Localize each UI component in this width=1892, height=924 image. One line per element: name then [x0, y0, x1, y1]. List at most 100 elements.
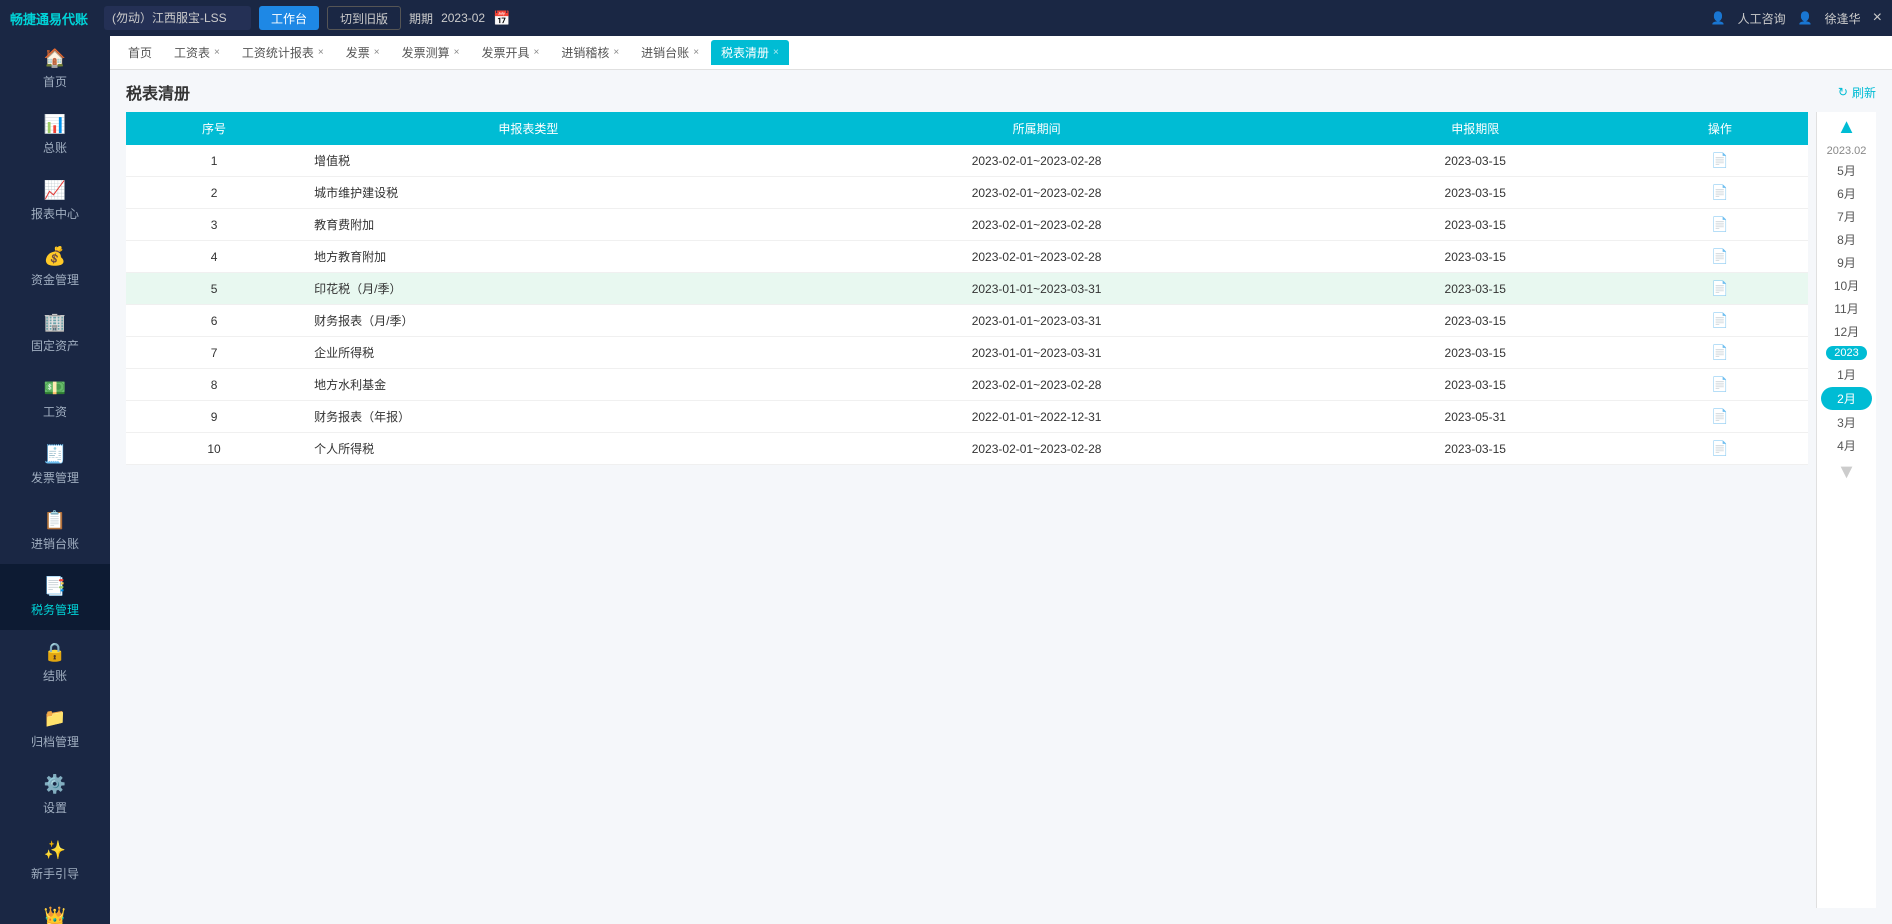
- tab-invoice-open[interactable]: 发票开具 ×: [471, 40, 549, 65]
- action-doc-icon[interactable]: 📄: [1711, 184, 1728, 200]
- timeline-down-button[interactable]: ▼: [1837, 461, 1857, 484]
- action-doc-icon[interactable]: 📄: [1711, 344, 1728, 360]
- page-header: 税表清册 ↻ 刷新: [110, 70, 1892, 112]
- refresh-icon: ↻: [1838, 85, 1848, 99]
- tab-purchase-ledger[interactable]: 进销台账 ×: [631, 40, 709, 65]
- cell-action[interactable]: 📄: [1632, 401, 1808, 433]
- report-icon: 📈: [44, 180, 66, 201]
- sidebar-label-settings: 设置: [43, 799, 67, 816]
- action-doc-icon[interactable]: 📄: [1711, 408, 1728, 424]
- cell-action[interactable]: 📄: [1632, 305, 1808, 337]
- timeline-month-11[interactable]: 11月: [1817, 297, 1876, 320]
- tab-purchase-check-close[interactable]: ×: [613, 47, 619, 58]
- tab-invoice-query-label: 发票测算: [402, 44, 450, 61]
- action-doc-icon[interactable]: 📄: [1711, 152, 1728, 168]
- tab-wage-stat-close[interactable]: ×: [318, 47, 324, 58]
- timeline-month-1[interactable]: 1月: [1817, 363, 1876, 386]
- cell-period: 2023-02-01~2023-02-28: [755, 209, 1319, 241]
- cell-action[interactable]: 📄: [1632, 241, 1808, 273]
- cell-period: 2023-02-01~2023-02-28: [755, 433, 1319, 465]
- customer-service-label[interactable]: 人工咨询: [1738, 10, 1786, 27]
- table-row: 5印花税（月/季）2023-01-01~2023-03-312023-03-15…: [126, 273, 1808, 305]
- sidebar-item-wage[interactable]: 💵 工资: [0, 366, 110, 432]
- tab-purchase-check[interactable]: 进销稽核 ×: [551, 40, 629, 65]
- window-close-button[interactable]: ×: [1873, 9, 1882, 27]
- timeline-month-2[interactable]: 2月: [1821, 387, 1872, 410]
- tab-invoice-open-close[interactable]: ×: [533, 47, 539, 58]
- tab-invoice-query-close[interactable]: ×: [454, 47, 460, 58]
- timeline-month-4[interactable]: 4月: [1817, 434, 1876, 457]
- action-doc-icon[interactable]: 📄: [1711, 376, 1728, 392]
- tab-home[interactable]: 首页: [118, 40, 162, 65]
- cell-action[interactable]: 📄: [1632, 433, 1808, 465]
- action-doc-icon[interactable]: 📄: [1711, 216, 1728, 232]
- table-row: 7企业所得税2023-01-01~2023-03-312023-03-15📄: [126, 337, 1808, 369]
- tab-tax-list-close[interactable]: ×: [773, 47, 779, 58]
- cell-deadline: 2023-03-15: [1319, 273, 1632, 305]
- timeline-month-9[interactable]: 9月: [1817, 251, 1876, 274]
- action-doc-icon[interactable]: 📄: [1711, 248, 1728, 264]
- tab-wage-stat[interactable]: 工资统计报表 ×: [232, 40, 334, 65]
- cell-seq: 3: [126, 209, 302, 241]
- sidebar-item-purchase[interactable]: 📋 进销台账: [0, 498, 110, 564]
- timeline-month-5[interactable]: 5月: [1817, 159, 1876, 182]
- cell-action[interactable]: 📄: [1632, 145, 1808, 177]
- col-action: 操作: [1632, 112, 1808, 145]
- cell-action[interactable]: 📄: [1632, 369, 1808, 401]
- refresh-button[interactable]: ↻ 刷新: [1838, 84, 1876, 101]
- table-row: 10个人所得税2023-02-01~2023-02-282023-03-15📄: [126, 433, 1808, 465]
- timeline-year-2023-badge[interactable]: 2023: [1826, 346, 1866, 360]
- tab-tax-list[interactable]: 税表清册 ×: [711, 40, 789, 65]
- tab-purchase-ledger-close[interactable]: ×: [693, 47, 699, 58]
- sidebar-item-archive[interactable]: 📁 归档管理: [0, 696, 110, 762]
- sidebar-item-closing[interactable]: 🔒 结账: [0, 630, 110, 696]
- company-selector[interactable]: (勿动）江西服宝-LSS: [104, 6, 251, 30]
- timeline-up-button[interactable]: ▲: [1837, 116, 1857, 139]
- timeline-sidebar: ▲ 2023.02 5月 6月 7月 8月 9月 10月 11月 12月 202…: [1816, 112, 1876, 908]
- action-doc-icon[interactable]: 📄: [1711, 440, 1728, 456]
- switch-old-button[interactable]: 切到旧版: [327, 6, 401, 30]
- action-doc-icon[interactable]: 📄: [1711, 280, 1728, 296]
- workbench-button[interactable]: 工作台: [259, 6, 319, 30]
- sidebar-item-report[interactable]: 📈 报表中心: [0, 168, 110, 234]
- col-deadline: 申报期限: [1319, 112, 1632, 145]
- cell-type: 财务报表（年报）: [302, 401, 754, 433]
- action-doc-icon[interactable]: 📄: [1711, 312, 1728, 328]
- cell-action[interactable]: 📄: [1632, 273, 1808, 305]
- sidebar-item-member[interactable]: 👑 畅会员: [0, 894, 110, 924]
- calendar-icon: 📅: [493, 10, 510, 27]
- closing-icon: 🔒: [44, 642, 66, 663]
- tab-wage[interactable]: 工资表 ×: [164, 40, 230, 65]
- sidebar-item-home[interactable]: 🏠 首页: [0, 36, 110, 102]
- sidebar-item-asset[interactable]: 🏢 固定资产: [0, 300, 110, 366]
- timeline-month-10[interactable]: 10月: [1817, 274, 1876, 297]
- tab-invoice[interactable]: 发票 ×: [336, 40, 390, 65]
- cell-action[interactable]: 📄: [1632, 337, 1808, 369]
- cell-action[interactable]: 📄: [1632, 209, 1808, 241]
- timeline-month-6[interactable]: 6月: [1817, 182, 1876, 205]
- cell-action[interactable]: 📄: [1632, 177, 1808, 209]
- sidebar-item-invoice[interactable]: 🧾 发票管理: [0, 432, 110, 498]
- timeline-month-12[interactable]: 12月: [1817, 320, 1876, 343]
- sidebar-item-settings[interactable]: ⚙️ 设置: [0, 762, 110, 828]
- cell-type: 印花税（月/季）: [302, 273, 754, 305]
- tab-invoice-close[interactable]: ×: [374, 47, 380, 58]
- col-period: 所属期间: [755, 112, 1319, 145]
- timeline-month-8[interactable]: 8月: [1817, 228, 1876, 251]
- tax-icon: 📑: [44, 576, 66, 597]
- cell-deadline: 2023-03-15: [1319, 337, 1632, 369]
- sidebar-item-tax[interactable]: 📑 税务管理: [0, 564, 110, 630]
- sidebar-item-ledger[interactable]: 📊 总账: [0, 102, 110, 168]
- sidebar-item-fund[interactable]: 💰 资金管理: [0, 234, 110, 300]
- tax-table: 序号 申报表类型 所属期间 申报期限 操作 1增值税2023-02-01~202…: [126, 112, 1808, 465]
- sidebar-item-guide[interactable]: ✨ 新手引导: [0, 828, 110, 894]
- cell-seq: 4: [126, 241, 302, 273]
- cell-period: 2023-02-01~2023-02-28: [755, 241, 1319, 273]
- timeline-month-3[interactable]: 3月: [1817, 411, 1876, 434]
- cell-seq: 10: [126, 433, 302, 465]
- timeline-month-7[interactable]: 7月: [1817, 205, 1876, 228]
- tab-wage-close[interactable]: ×: [214, 47, 220, 58]
- tab-invoice-query[interactable]: 发票测算 ×: [392, 40, 470, 65]
- wage-icon: 💵: [44, 378, 66, 399]
- col-type: 申报表类型: [302, 112, 754, 145]
